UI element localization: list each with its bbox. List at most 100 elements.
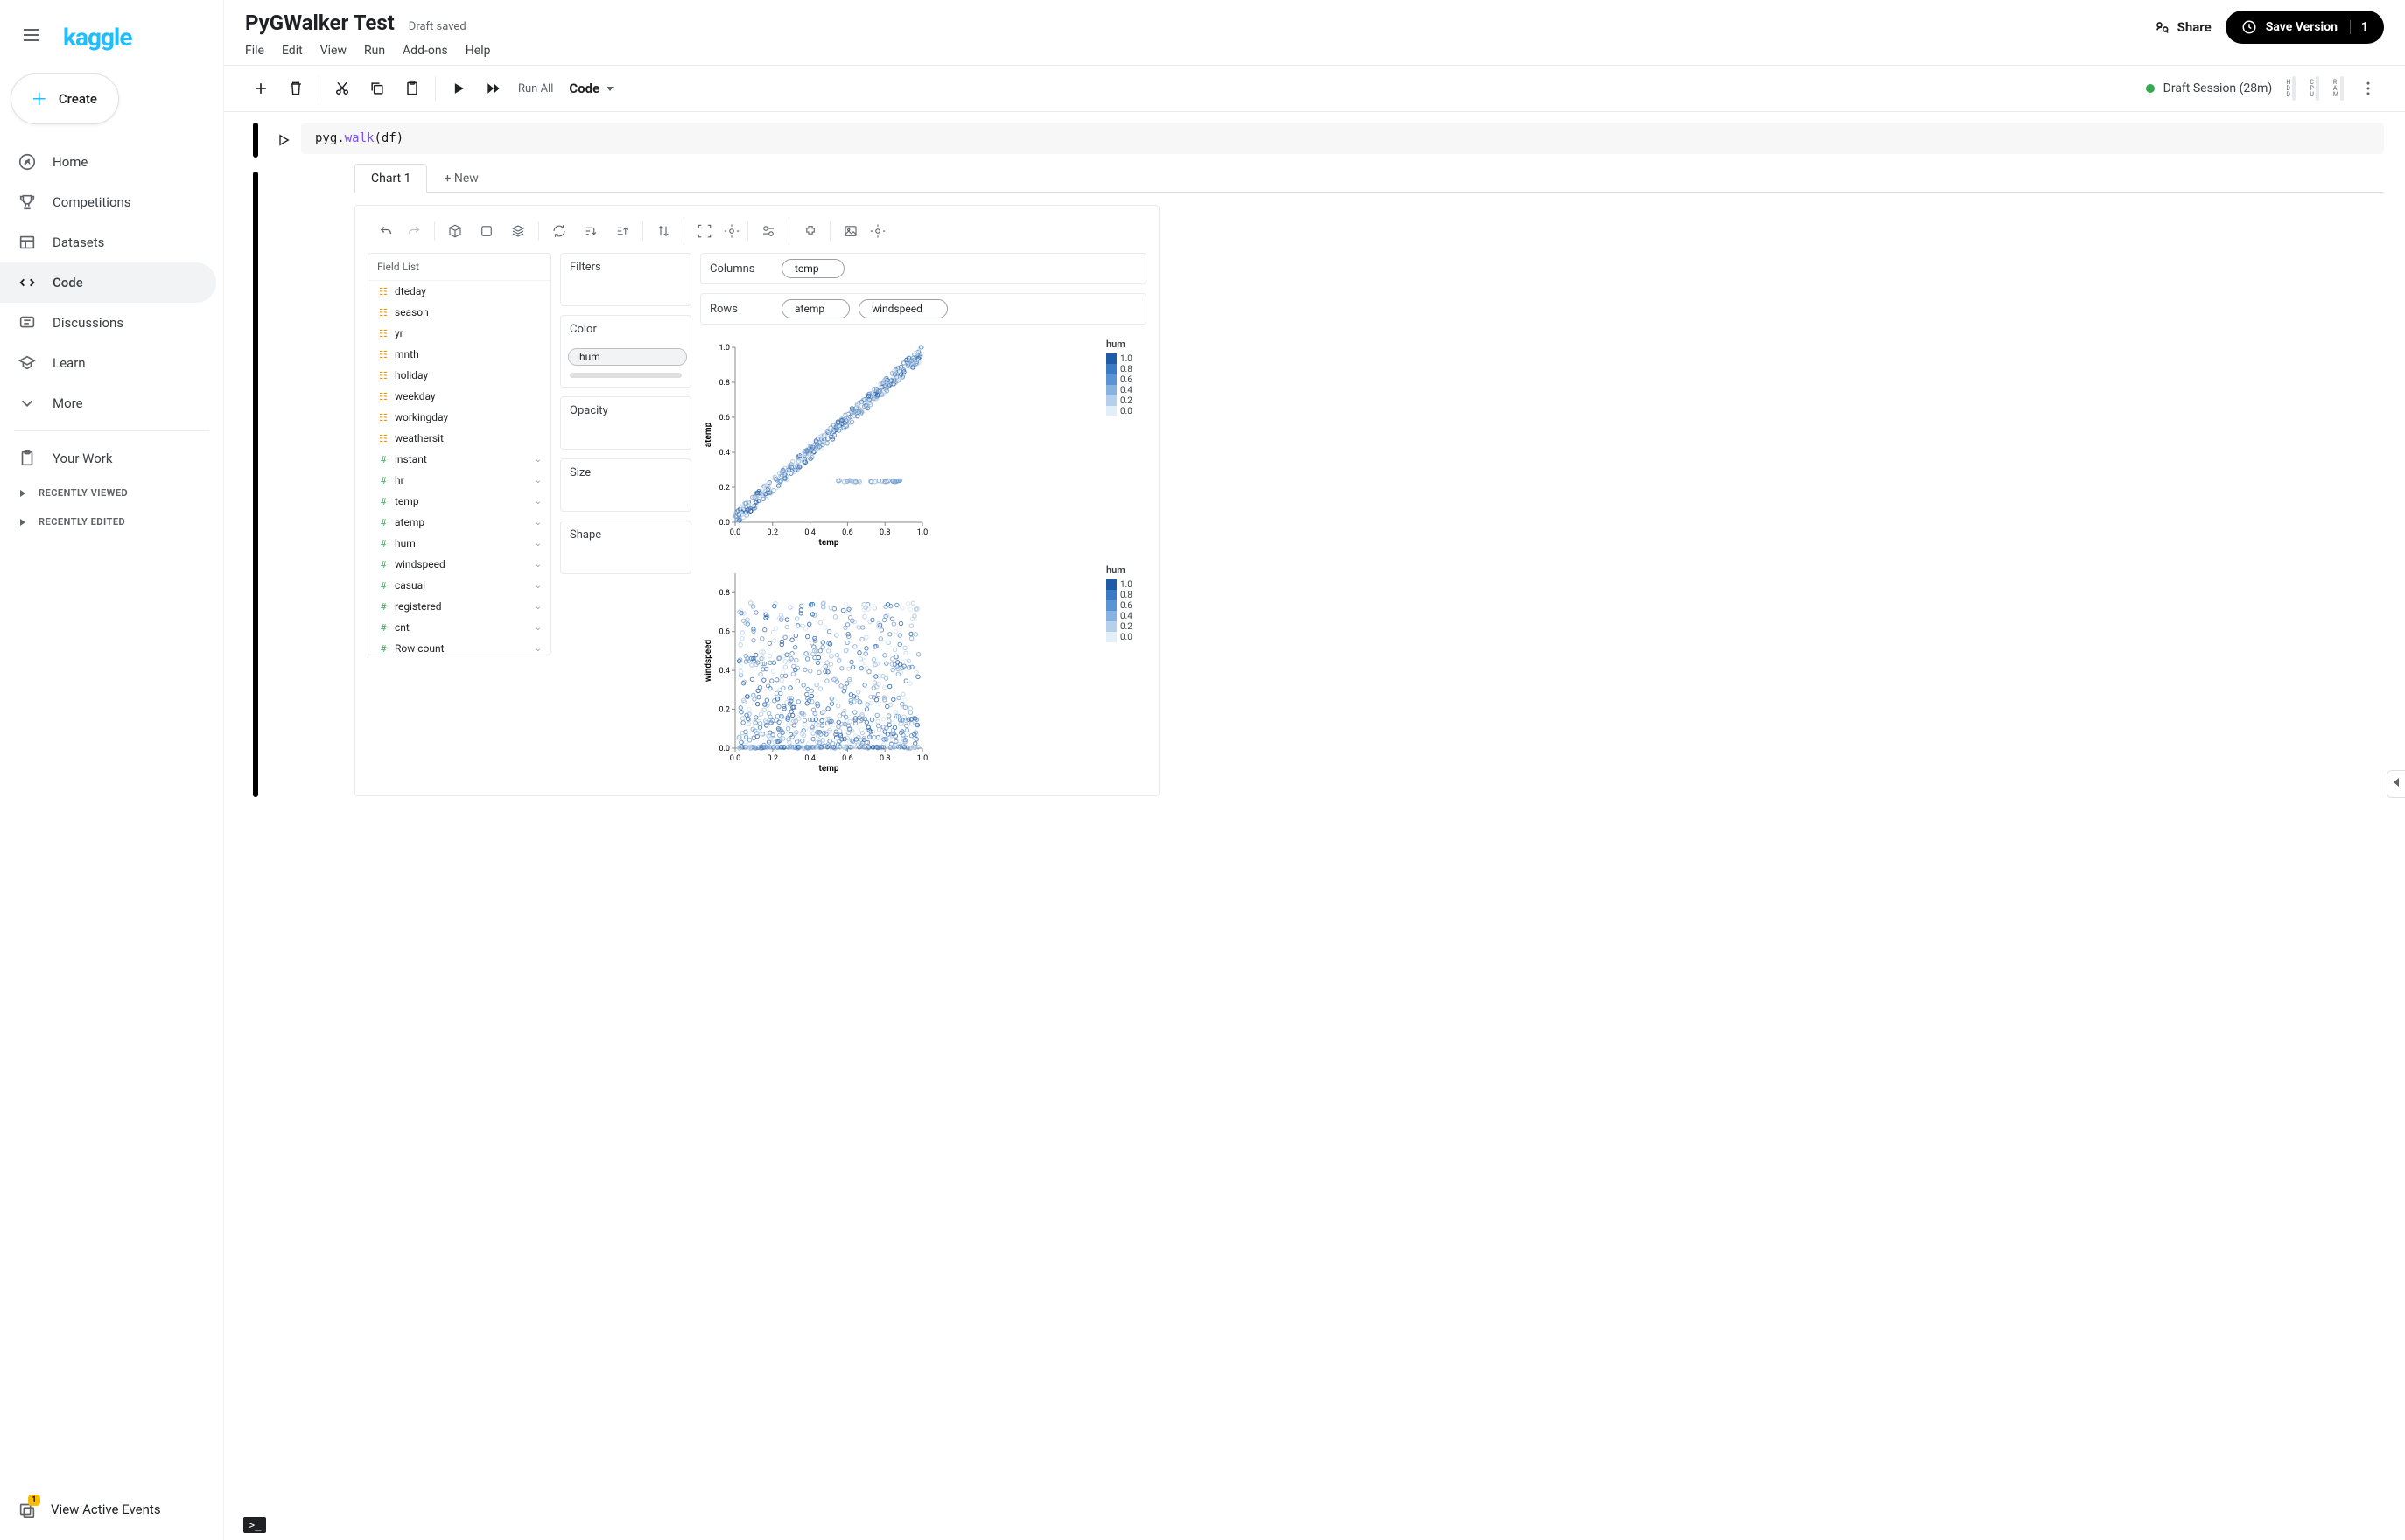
layout-icon[interactable] xyxy=(691,218,718,244)
shelf-color[interactable]: Color hum xyxy=(560,315,691,388)
field-item[interactable]: #windspeed⌄ xyxy=(368,554,550,575)
sort-desc-icon[interactable] xyxy=(609,218,635,244)
field-item[interactable]: #hum⌄ xyxy=(368,533,550,554)
resource-cpu[interactable]: CPU xyxy=(2310,76,2319,101)
sidebar-item-code[interactable]: Code xyxy=(0,262,216,303)
rows-shelf[interactable]: Rows atemp windspeed xyxy=(700,293,1146,325)
chevron-down-icon[interactable]: ⌄ xyxy=(535,644,542,654)
chevron-down-icon[interactable]: ⌄ xyxy=(535,623,542,633)
copy-button[interactable] xyxy=(361,73,393,104)
recently-edited-section[interactable]: RECENTLY EDITED xyxy=(0,508,223,536)
sidebar-item-learn[interactable]: Learn xyxy=(0,343,216,383)
chevron-down-icon[interactable]: ⌄ xyxy=(535,518,542,528)
row-pill-windspeed[interactable]: windspeed xyxy=(859,299,948,318)
console-toggle[interactable]: >_ xyxy=(243,1517,266,1533)
menu-addons[interactable]: Add-ons xyxy=(403,44,448,58)
share-button[interactable]: Share xyxy=(2149,11,2215,43)
delete-cell-button[interactable] xyxy=(280,73,312,104)
stack-icon[interactable] xyxy=(505,218,531,244)
cell-input-marker[interactable] xyxy=(253,122,258,158)
view-active-events[interactable]: 1 View Active Events xyxy=(0,1489,223,1530)
notebook-title[interactable]: PyGWalker Test xyxy=(245,10,395,35)
shelf-size[interactable]: Size xyxy=(560,458,691,512)
code-editor[interactable]: pyg.walk(df) xyxy=(301,122,2384,154)
field-item[interactable]: #Row count⌄ xyxy=(368,638,550,655)
run-cell-button[interactable] xyxy=(443,73,474,104)
layout-settings-icon[interactable] xyxy=(723,218,740,244)
export-settings-icon[interactable] xyxy=(869,218,887,244)
aggregate-icon[interactable] xyxy=(473,218,500,244)
sidebar-item-discussions[interactable]: Discussions xyxy=(0,303,216,343)
run-cell-inline-button[interactable] xyxy=(273,130,294,154)
kaggle-logo[interactable]: kaggle xyxy=(63,23,131,52)
menu-edit[interactable]: Edit xyxy=(282,44,303,58)
redo-icon[interactable] xyxy=(401,218,427,244)
transpose-icon[interactable] xyxy=(650,218,677,244)
save-version-button[interactable]: Save Version 1 xyxy=(2226,10,2384,44)
field-item[interactable]: ☷weathersit xyxy=(368,428,550,449)
shelf-filters[interactable]: Filters xyxy=(560,253,691,306)
cell-output-marker[interactable] xyxy=(253,172,258,797)
run-all-label[interactable]: Run All xyxy=(518,82,553,95)
chevron-down-icon[interactable]: ⌄ xyxy=(535,497,542,507)
paste-button[interactable] xyxy=(396,73,428,104)
menu-file[interactable]: File xyxy=(245,44,264,58)
chevron-down-icon[interactable]: ⌄ xyxy=(535,455,542,465)
resource-ram[interactable]: RAM xyxy=(2333,76,2344,101)
sidebar-item-competitions[interactable]: Competitions xyxy=(0,182,216,222)
expand-right-panel[interactable] xyxy=(2387,770,2405,798)
sidebar-item-more[interactable]: More xyxy=(0,383,216,424)
field-item[interactable]: ☷holiday xyxy=(368,365,550,386)
field-item[interactable]: #cnt⌄ xyxy=(368,617,550,638)
field-item[interactable]: ☷weekday xyxy=(368,386,550,407)
cut-button[interactable] xyxy=(326,73,358,104)
field-item[interactable]: ☷workingday xyxy=(368,407,550,428)
undo-icon[interactable] xyxy=(373,218,399,244)
cube-icon[interactable] xyxy=(442,218,468,244)
tab-new[interactable]: + New xyxy=(427,164,494,192)
row-pill-atemp[interactable]: atemp xyxy=(782,299,850,318)
sidebar-item-home[interactable]: Home xyxy=(0,142,216,182)
column-pill-temp[interactable]: temp xyxy=(782,259,845,278)
shelf-opacity[interactable]: Opacity xyxy=(560,396,691,450)
shelf-shape[interactable]: Shape xyxy=(560,521,691,574)
field-item[interactable]: ☷dteday xyxy=(368,281,550,302)
columns-shelf[interactable]: Columns temp xyxy=(700,253,1146,284)
sidebar-item-datasets[interactable]: Datasets xyxy=(0,222,216,262)
run-all-icon[interactable] xyxy=(478,73,509,104)
more-options-button[interactable] xyxy=(2352,73,2384,104)
menu-help[interactable]: Help xyxy=(466,44,491,58)
chevron-down-icon[interactable]: ⌄ xyxy=(535,560,542,570)
chevron-down-icon[interactable]: ⌄ xyxy=(535,476,542,486)
field-item[interactable]: #temp⌄ xyxy=(368,491,550,512)
chevron-down-icon[interactable]: ⌄ xyxy=(535,602,542,612)
field-item[interactable]: ☷yr xyxy=(368,323,550,344)
menu-view[interactable]: View xyxy=(320,44,347,58)
tab-chart1[interactable]: Chart 1 xyxy=(354,164,427,192)
field-item[interactable]: #hr⌄ xyxy=(368,470,550,491)
session-status-text[interactable]: Draft Session (28m) xyxy=(2163,81,2273,95)
chevron-down-icon[interactable]: ⌄ xyxy=(535,539,542,549)
chevron-down-icon[interactable]: ⌄ xyxy=(535,581,542,591)
create-button[interactable]: + Create xyxy=(11,74,119,124)
field-item[interactable]: ☷season xyxy=(368,302,550,323)
field-item[interactable]: #registered⌄ xyxy=(368,596,550,617)
add-cell-button[interactable] xyxy=(245,73,277,104)
menu-run[interactable]: Run xyxy=(364,44,385,58)
field-item[interactable]: #casual⌄ xyxy=(368,575,550,596)
format-icon[interactable] xyxy=(755,218,782,244)
field-item[interactable]: #instant⌄ xyxy=(368,449,550,470)
field-item[interactable]: #atemp⌄ xyxy=(368,512,550,533)
export-image-icon[interactable] xyxy=(838,218,864,244)
sort-asc-icon[interactable] xyxy=(578,218,604,244)
field-item[interactable]: ☷mnth xyxy=(368,344,550,365)
config-icon[interactable] xyxy=(796,218,823,244)
notebook-body[interactable]: pyg.walk(df) Chart 1 + New xyxy=(224,112,2405,1540)
resource-hdd[interactable]: HDD xyxy=(2286,76,2296,101)
hamburger-menu-icon[interactable] xyxy=(14,18,49,56)
sidebar-item-your-work[interactable]: Your Work xyxy=(0,438,216,479)
color-pill[interactable]: hum xyxy=(568,348,687,366)
cell-type-dropdown[interactable]: Code xyxy=(569,80,615,96)
refresh-icon[interactable] xyxy=(546,218,572,244)
recently-viewed-section[interactable]: RECENTLY VIEWED xyxy=(0,479,223,508)
